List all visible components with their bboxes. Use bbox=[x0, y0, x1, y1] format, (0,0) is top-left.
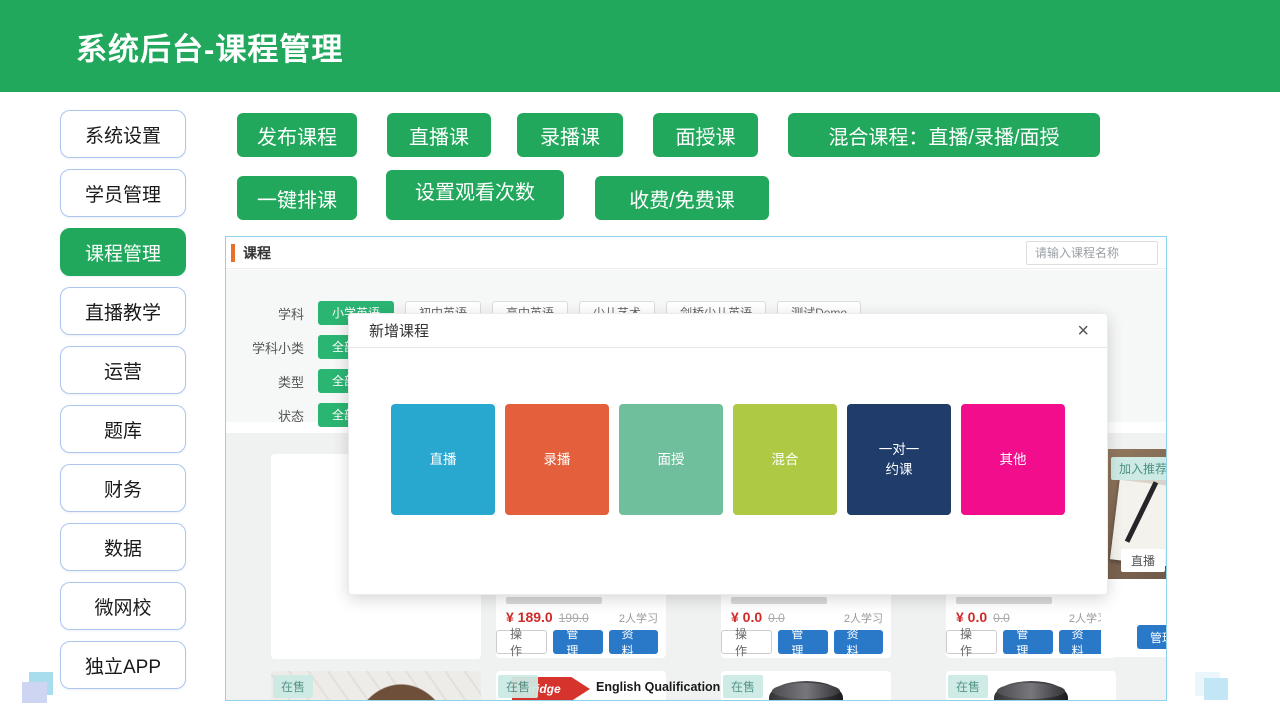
type-card-label: 一对一 bbox=[879, 440, 920, 460]
student-count: 2人学习 bbox=[844, 610, 883, 626]
add-course-modal: 新增课程 × 直播 录播 面授 混合 一对一约课 其他 bbox=[348, 313, 1108, 595]
course-card-notebook[interactable]: 加入推荐 直播 2人学习 管理 资料 bbox=[1101, 449, 1167, 657]
type-card-mixed[interactable]: 混合 bbox=[733, 404, 837, 515]
operate-button[interactable]: 操作 bbox=[721, 630, 772, 654]
sidebar-item-question-bank[interactable]: 题库 bbox=[60, 405, 186, 453]
publish-course-button[interactable]: 发布课程 bbox=[237, 113, 357, 157]
type-card-live[interactable]: 直播 bbox=[391, 404, 495, 515]
offline-course-button[interactable]: 面授课 bbox=[653, 113, 758, 157]
sidebar-item-system-settings[interactable]: 系统设置 bbox=[60, 110, 186, 158]
on-sale-badge: 在售 bbox=[948, 675, 988, 698]
sidebar-item-micro-school[interactable]: 微网校 bbox=[60, 582, 186, 630]
close-icon[interactable]: × bbox=[1077, 319, 1089, 343]
live-course-button[interactable]: 直播课 bbox=[387, 113, 491, 157]
course-price: ¥ 189.0 bbox=[506, 609, 553, 625]
manage-button[interactable]: 管理 bbox=[1137, 625, 1167, 649]
filter-label: 学科 bbox=[226, 304, 304, 323]
one-click-schedule-button[interactable]: 一键排课 bbox=[237, 176, 357, 220]
material-button[interactable]: 资料 bbox=[834, 630, 883, 654]
on-sale-badge: 在售 bbox=[273, 675, 313, 698]
sidebar-item-student-management[interactable]: 学员管理 bbox=[60, 169, 186, 217]
type-card-label: 录播 bbox=[544, 450, 571, 470]
type-card-other[interactable]: 其他 bbox=[961, 404, 1065, 515]
page-title: 系统后台-课程管理 bbox=[76, 24, 343, 69]
type-card-offline[interactable]: 面授 bbox=[619, 404, 723, 515]
sidebar-item-live-teaching[interactable]: 直播教学 bbox=[60, 287, 186, 335]
operate-button[interactable]: 操作 bbox=[496, 630, 547, 654]
course-old-price: 0.0 bbox=[993, 611, 1010, 625]
product-image bbox=[994, 681, 1068, 701]
course-card-photo[interactable]: 在售 bbox=[271, 671, 481, 701]
type-card-recorded[interactable]: 录播 bbox=[505, 404, 609, 515]
sidebar-item-finance[interactable]: 财务 bbox=[60, 464, 186, 512]
title-accent-bar bbox=[231, 244, 235, 262]
add-recommend-badge[interactable]: 加入推荐 bbox=[1111, 457, 1167, 480]
course-search-input[interactable] bbox=[1026, 241, 1158, 265]
sidebar: 系统设置 学员管理 课程管理 直播教学 运营 题库 财务 数据 微网校 独立AP… bbox=[60, 110, 186, 700]
decoration-square bbox=[22, 682, 47, 703]
live-type-badge: 直播 bbox=[1121, 549, 1165, 572]
type-card-one-on-one[interactable]: 一对一约课 bbox=[847, 404, 951, 515]
course-card-product[interactable]: 在售 bbox=[721, 671, 891, 701]
type-card-label: 混合 bbox=[772, 450, 799, 470]
course-card-cambridge[interactable]: bridge English Qualifications 在售 bbox=[496, 671, 666, 701]
material-button[interactable]: 资料 bbox=[609, 630, 658, 654]
filter-label: 类型 bbox=[226, 372, 304, 391]
manage-button[interactable]: 管理 bbox=[1003, 630, 1052, 654]
cambridge-title: English Qualifications bbox=[596, 680, 727, 694]
course-price: ¥ 0.0 bbox=[731, 609, 762, 625]
course-title-truncated bbox=[956, 597, 1052, 604]
set-view-count-button[interactable]: 设置观看次数 bbox=[386, 170, 564, 220]
sidebar-item-operations[interactable]: 运营 bbox=[60, 346, 186, 394]
decoration-square bbox=[1204, 678, 1228, 700]
course-card-product[interactable]: 在售 bbox=[946, 671, 1116, 701]
type-card-label: 直播 bbox=[430, 450, 457, 470]
course-old-price: 199.0 bbox=[559, 611, 589, 625]
course-title-truncated bbox=[731, 597, 827, 604]
page-header: 系统后台-课程管理 bbox=[0, 0, 1280, 92]
type-card-label: 其他 bbox=[1000, 450, 1027, 470]
manage-button[interactable]: 管理 bbox=[778, 630, 827, 654]
sidebar-item-standalone-app[interactable]: 独立APP bbox=[60, 641, 186, 689]
on-sale-badge: 在售 bbox=[498, 675, 538, 698]
type-card-label: 面授 bbox=[658, 450, 685, 470]
course-type-cards: 直播 录播 面授 混合 一对一约课 其他 bbox=[391, 404, 1065, 515]
panel-header: 课程 bbox=[226, 237, 1166, 269]
recorded-course-button[interactable]: 录播课 bbox=[517, 113, 623, 157]
sidebar-item-course-management[interactable]: 课程管理 bbox=[60, 228, 186, 276]
mixed-course-button[interactable]: 混合课程：直播/录播/面授 bbox=[788, 113, 1100, 157]
paid-free-course-button[interactable]: 收费/免费课 bbox=[595, 176, 769, 220]
on-sale-badge: 在售 bbox=[723, 675, 763, 698]
page: 系统后台-课程管理 系统设置 学员管理 课程管理 直播教学 运营 题库 财务 数… bbox=[0, 0, 1280, 720]
modal-title: 新增课程 bbox=[369, 320, 429, 341]
filter-label: 学科小类 bbox=[226, 338, 304, 357]
student-count: 2人学习 bbox=[619, 610, 658, 626]
sidebar-item-data[interactable]: 数据 bbox=[60, 523, 186, 571]
operate-button[interactable]: 操作 bbox=[946, 630, 997, 654]
course-price: ¥ 0.0 bbox=[956, 609, 987, 625]
manage-button[interactable]: 管理 bbox=[553, 630, 602, 654]
product-image bbox=[769, 681, 843, 701]
course-old-price: 0.0 bbox=[768, 611, 785, 625]
filter-label: 状态 bbox=[226, 406, 304, 425]
panel-title: 课程 bbox=[243, 243, 271, 263]
modal-header: 新增课程 × bbox=[349, 314, 1107, 348]
course-title-truncated bbox=[506, 597, 602, 604]
